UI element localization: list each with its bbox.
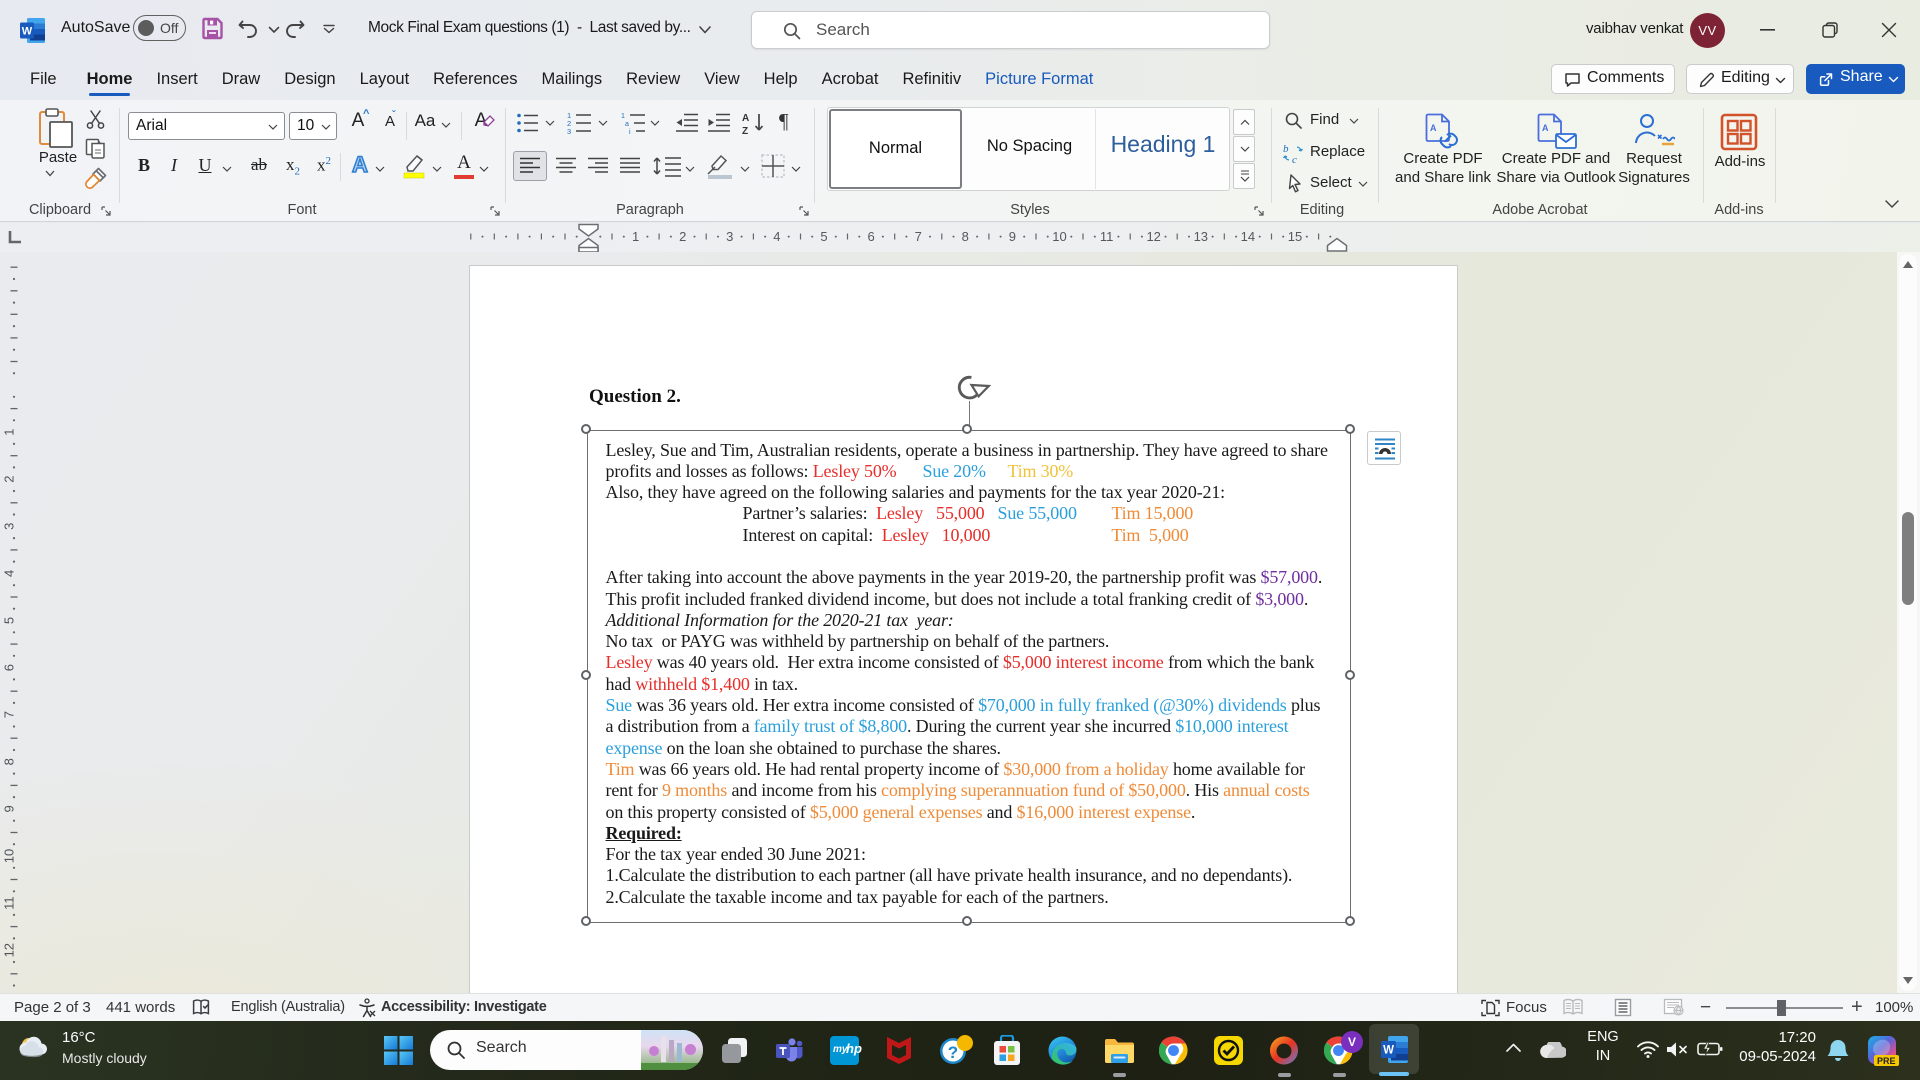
- svg-text:9: 9: [2, 805, 17, 812]
- svg-text:Z: Z: [742, 126, 748, 135]
- svg-text:b: b: [1283, 143, 1289, 155]
- svg-text:2: 2: [679, 229, 686, 244]
- svg-text:i: i: [629, 129, 631, 135]
- svg-text:5: 5: [2, 617, 17, 624]
- svg-text:1: 1: [2, 428, 17, 435]
- svg-text:c: c: [1292, 154, 1297, 165]
- svg-text:9: 9: [1009, 229, 1016, 244]
- svg-text:13: 13: [1194, 229, 1208, 244]
- svg-text:8: 8: [2, 758, 17, 765]
- svg-text:11: 11: [1100, 229, 1114, 244]
- svg-text:A: A: [1430, 123, 1437, 133]
- svg-text:A: A: [1542, 123, 1549, 133]
- svg-text:5: 5: [820, 229, 827, 244]
- svg-text:3: 3: [567, 127, 571, 135]
- svg-text:W: W: [1383, 1045, 1394, 1057]
- svg-text:3: 3: [726, 229, 733, 244]
- svg-text:W: W: [22, 26, 33, 38]
- svg-text:4: 4: [2, 570, 17, 577]
- svg-text:6: 6: [2, 664, 17, 671]
- svg-text:12: 12: [1146, 229, 1160, 244]
- svg-text:10: 10: [2, 849, 17, 863]
- svg-text:7: 7: [2, 711, 17, 718]
- svg-text:3: 3: [2, 523, 17, 530]
- svg-text:1: 1: [621, 113, 625, 120]
- svg-text:A: A: [742, 113, 749, 124]
- svg-text:?: ?: [948, 1043, 958, 1062]
- svg-text:a: a: [625, 121, 629, 128]
- svg-text:10: 10: [1052, 229, 1066, 244]
- svg-text:6: 6: [867, 229, 874, 244]
- svg-text:14: 14: [1241, 229, 1255, 244]
- svg-text:11: 11: [2, 896, 17, 910]
- svg-text:15: 15: [1288, 229, 1302, 244]
- svg-text:1: 1: [632, 229, 639, 244]
- svg-text:2: 2: [2, 476, 17, 483]
- svg-text:8: 8: [962, 229, 969, 244]
- svg-text:7: 7: [915, 229, 922, 244]
- svg-text:12: 12: [2, 943, 17, 957]
- svg-text:4: 4: [773, 229, 780, 244]
